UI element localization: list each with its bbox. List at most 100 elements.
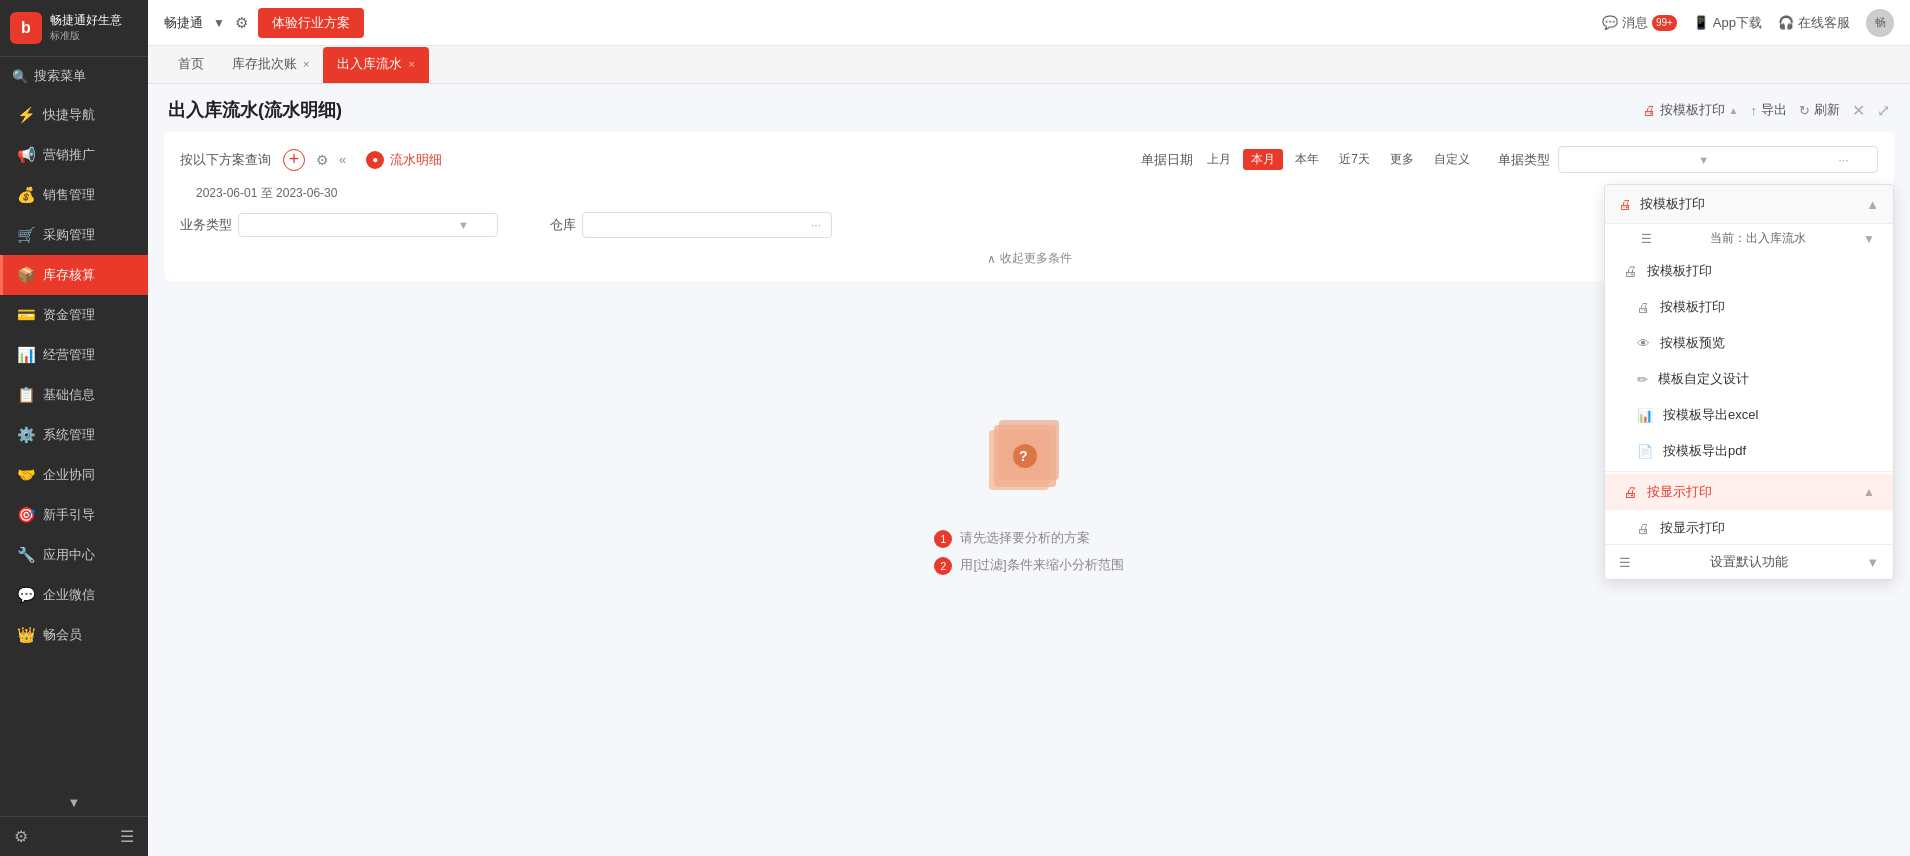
finance-icon: 💳 (17, 306, 35, 324)
dropdown-display-print-header[interactable]: 🖨 按显示打印 ▲ (1605, 474, 1893, 510)
display-print-header-label: 按显示打印 (1647, 483, 1712, 501)
tab-batch-account-close[interactable]: × (303, 58, 309, 70)
tab-inout-flow[interactable]: 出入库流水 × (323, 47, 428, 83)
warehouse-label: 仓库 (550, 216, 576, 234)
collapse-menu-icon[interactable]: ☰ (120, 827, 134, 846)
filter-settings-btn[interactable]: ⚙ (311, 149, 333, 171)
dropdown-item-template-excel[interactable]: 📊 按模板导出excel (1605, 397, 1893, 433)
sidebar-item-label: 企业微信 (43, 586, 95, 604)
enterprise-icon: 🤝 (17, 466, 35, 484)
empty-step-1-text: 请先选择要分析的方案 (960, 529, 1090, 547)
window-close-btn[interactable]: ✕ (1852, 101, 1865, 120)
sidebar-scroll-down[interactable]: ▼ (0, 789, 148, 816)
app-download-btn[interactable]: 📱 App下载 (1693, 14, 1762, 32)
dropdown-item-template-pdf[interactable]: 📄 按模板导出pdf (1605, 433, 1893, 469)
quick-nav-icon: ⚡ (17, 106, 35, 124)
trial-btn[interactable]: 体验行业方案 (258, 8, 364, 38)
biz-type-select[interactable]: ▼ (238, 213, 498, 237)
sidebar-item-inventory[interactable]: 📦 库存核算 (0, 255, 148, 295)
print-dropdown-chevron[interactable]: ▲ (1729, 105, 1739, 116)
header-right: 💬 消息 99+ 📱 App下载 🎧 在线客服 畅 (1602, 9, 1894, 37)
print-template-label: 按模板打印 (1660, 101, 1725, 119)
filter-collapse-icon[interactable]: « (339, 152, 346, 167)
export-icon: ↑ (1751, 103, 1758, 118)
doc-type-select[interactable]: ▼ ··· (1558, 146, 1878, 173)
online-service-label: 在线客服 (1798, 14, 1850, 32)
set-default-icon: ☰ (1619, 555, 1631, 570)
dropdown-footer[interactable]: ☰ 设置默认功能 ▼ (1605, 544, 1893, 579)
dropdown-template-print-header[interactable]: 🖨 按模板打印 (1605, 253, 1893, 289)
date-btn-last-month[interactable]: 上月 (1199, 149, 1239, 170)
page-header: 出入库流水(流水明细) 🖨 按模板打印 ▲ ↑ 导出 ↻ 刷新 ✕ ⤢ (148, 84, 1910, 132)
refresh-label: 刷新 (1814, 101, 1840, 119)
template-preview-icon: 👁 (1637, 336, 1650, 351)
tab-batch-account[interactable]: 库存批次账 × (218, 47, 323, 83)
dropdown-scrollable: ☰ 当前：出入库流水 ▼ 🖨 按模板打印 🖨 按模板打印 👁 按模板预览 (1605, 224, 1893, 544)
empty-step-2: 2 用[过滤]条件来缩小分析范围 (934, 556, 1123, 575)
date-btn-custom[interactable]: 自定义 (1426, 149, 1478, 170)
export-label: 导出 (1761, 101, 1787, 119)
warehouse-ellipsis[interactable]: ··· (811, 218, 821, 232)
headset-icon: 🎧 (1778, 15, 1794, 30)
settings-icon[interactable]: ⚙ (14, 827, 28, 846)
settings-gear-icon[interactable]: ⚙ (235, 14, 248, 32)
sidebar-item-system[interactable]: ⚙️ 系统管理 (0, 415, 148, 455)
sidebar-item-quick-nav[interactable]: ⚡ 快捷导航 (0, 95, 148, 135)
print-template-btn[interactable]: 🖨 按模板打印 ▲ (1643, 101, 1739, 119)
dropdown-item-template-preview[interactable]: 👁 按模板预览 (1605, 325, 1893, 361)
active-filter-icon: ● (366, 151, 384, 169)
display-section-chevron[interactable]: ▲ (1863, 485, 1875, 499)
sidebar-item-apps[interactable]: 🔧 应用中心 (0, 535, 148, 575)
refresh-btn[interactable]: ↻ 刷新 (1799, 101, 1840, 119)
member-icon: 👑 (17, 626, 35, 644)
sidebar-item-marketing[interactable]: 📢 营销推广 (0, 135, 148, 175)
doc-type-ellipsis[interactable]: ··· (1838, 152, 1849, 167)
sidebar-item-purchase[interactable]: 🛒 采购管理 (0, 215, 148, 255)
biz-type-filter: 业务类型 ▼ (180, 213, 498, 237)
filter-label: 按以下方案查询 (180, 151, 271, 169)
tab-inout-flow-close[interactable]: × (408, 58, 414, 70)
header-left: 畅捷通 ▼ ⚙ 体验行业方案 (164, 8, 364, 38)
date-btn-more[interactable]: 更多 (1382, 149, 1422, 170)
dropdown-item-template-print[interactable]: 🖨 按模板打印 (1605, 289, 1893, 325)
dropdown-item-display-print[interactable]: 🖨 按显示打印 (1605, 510, 1893, 544)
collapse-more-btn[interactable]: ∧ 收起更多条件 (987, 250, 1072, 267)
sidebar-item-guide[interactable]: 🎯 新手引导 (0, 495, 148, 535)
export-btn[interactable]: ↑ 导出 (1751, 101, 1788, 119)
tab-batch-account-label: 库存批次账 (232, 55, 297, 73)
filter-add-btn[interactable]: + (283, 149, 305, 171)
sidebar-search[interactable]: 🔍 搜索菜单 (0, 57, 148, 95)
sidebar-item-member[interactable]: 👑 畅会员 (0, 615, 148, 655)
date-btn-7days[interactable]: 近7天 (1331, 149, 1378, 170)
window-expand-btn[interactable]: ⤢ (1877, 101, 1890, 120)
user-dropdown-icon[interactable]: ▼ (213, 16, 225, 30)
sidebar-item-label: 企业协同 (43, 466, 95, 484)
tab-inout-flow-label: 出入库流水 (337, 55, 402, 73)
user-avatar[interactable]: 畅 (1866, 9, 1894, 37)
sidebar-item-label: 经营管理 (43, 346, 95, 364)
tab-bar: 首页 库存批次账 × 出入库流水 × (148, 46, 1910, 84)
operations-icon: 📊 (17, 346, 35, 364)
sidebar-nav: ⚡ 快捷导航 📢 营销推广 💰 销售管理 🛒 采购管理 📦 库存核算 💳 资金管… (0, 95, 148, 789)
sidebar-item-enterprise[interactable]: 🤝 企业协同 (0, 455, 148, 495)
sidebar-item-finance[interactable]: 💳 资金管理 (0, 295, 148, 335)
current-label-text: 当前：出入库流水 (1710, 230, 1806, 247)
date-btn-this-month[interactable]: 本月 (1243, 149, 1283, 170)
online-service-btn[interactable]: 🎧 在线客服 (1778, 14, 1850, 32)
sidebar-item-operations[interactable]: 📊 经营管理 (0, 335, 148, 375)
date-quick-btns: 上月 本月 本年 近7天 更多 自定义 (1199, 149, 1478, 170)
tab-home[interactable]: 首页 (164, 47, 218, 83)
dropdown-chevron-up[interactable]: ▲ (1866, 197, 1879, 212)
basic-icon: 📋 (17, 386, 35, 404)
sidebar-item-wechat[interactable]: 💬 企业微信 (0, 575, 148, 615)
template-print-icon: 🖨 (1637, 300, 1650, 315)
date-btn-this-year[interactable]: 本年 (1287, 149, 1327, 170)
dropdown-item-template-custom[interactable]: ✏ 模板自定义设计 (1605, 361, 1893, 397)
template-pdf-icon: 📄 (1637, 444, 1653, 459)
messages-btn[interactable]: 💬 消息 99+ (1602, 14, 1677, 32)
empty-icon: ? (969, 405, 1089, 505)
marketing-icon: 📢 (17, 146, 35, 164)
warehouse-input[interactable]: ··· (582, 212, 832, 238)
sidebar-item-sales[interactable]: 💰 销售管理 (0, 175, 148, 215)
sidebar-item-basic[interactable]: 📋 基础信息 (0, 375, 148, 415)
